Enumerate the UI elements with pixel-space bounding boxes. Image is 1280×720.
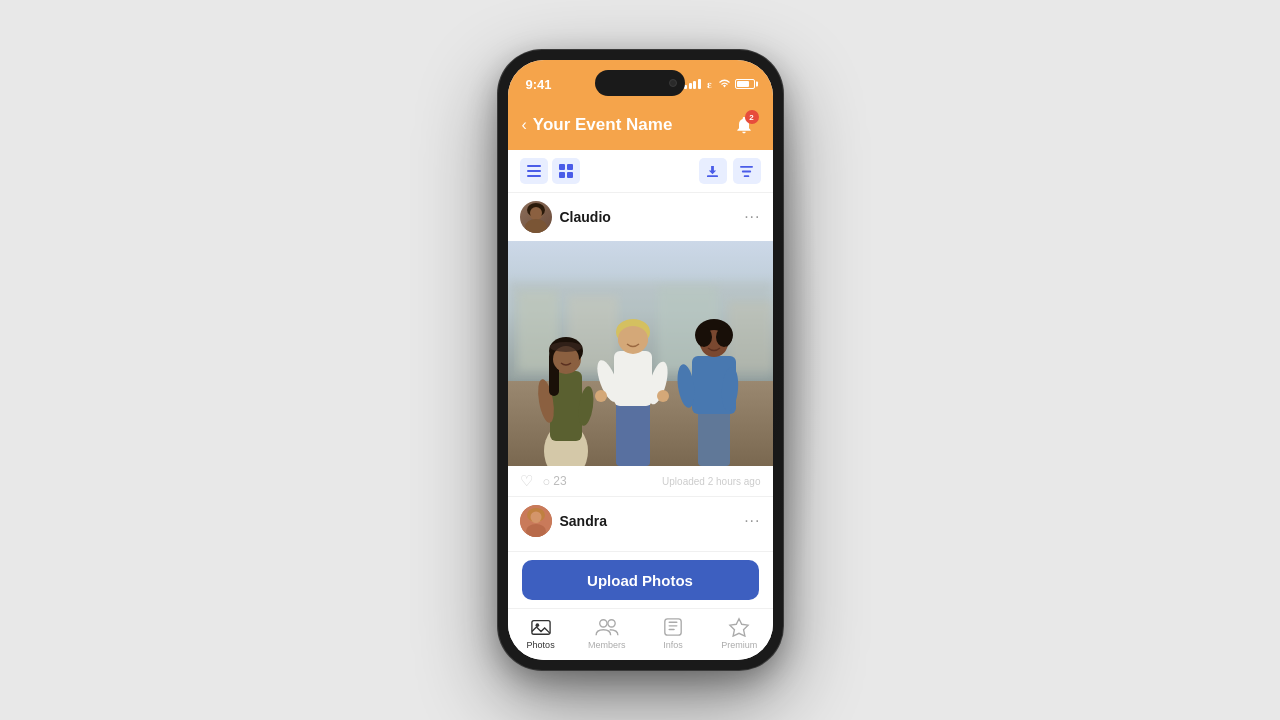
event-title: Your Event Name [533, 115, 673, 135]
svg-rect-3 [559, 164, 565, 170]
notification-badge: 2 [745, 110, 759, 124]
download-button[interactable] [699, 158, 727, 184]
svg-point-14 [530, 207, 542, 219]
svg-rect-31 [616, 399, 650, 466]
app-header: ‹ Your Event Name 2 [508, 104, 773, 150]
nav-members[interactable]: Members [574, 609, 640, 660]
svg-rect-4 [567, 164, 573, 170]
list-icon [527, 164, 541, 178]
post-actions: ♡ ○ 23 [520, 472, 567, 490]
username-claudio: Claudio [560, 209, 611, 225]
svg-rect-40 [698, 406, 730, 466]
svg-rect-32 [614, 351, 652, 406]
post-image-claudio[interactable] [508, 241, 773, 466]
svg-point-56 [600, 620, 607, 627]
nav-members-label: Members [588, 640, 626, 650]
nav-premium[interactable]: Premium [706, 609, 772, 660]
nav-infos-label: Infos [663, 640, 683, 650]
toolbar [508, 150, 773, 193]
toolbar-actions [699, 158, 761, 184]
svg-rect-60 [669, 625, 678, 626]
grid-icon [559, 164, 573, 178]
back-button[interactable]: ‹ [522, 116, 527, 134]
post-footer-claudio: ♡ ○ 23 Uploaded 2 hours ago [508, 466, 773, 496]
phone-screen: 9:41 𝛆 [508, 60, 773, 660]
photos-icon [530, 617, 552, 637]
svg-rect-59 [669, 622, 678, 623]
more-options-sandra[interactable]: ··· [744, 512, 760, 530]
svg-rect-9 [742, 170, 751, 172]
svg-point-36 [657, 390, 669, 402]
svg-rect-1 [527, 170, 541, 172]
upload-photos-label: Upload Photos [587, 572, 693, 589]
status-icons: 𝛆 [684, 78, 755, 91]
nav-photos[interactable]: Photos [508, 609, 574, 660]
svg-point-30 [550, 342, 582, 352]
svg-rect-0 [527, 165, 541, 167]
photo-feed: Claudio ··· [508, 193, 773, 551]
like-action[interactable]: ♡ [520, 472, 533, 490]
app-background: 9:41 𝛆 [0, 0, 1280, 720]
avatar-sandra [520, 505, 552, 537]
avatar-claudio [520, 201, 552, 233]
nav-photos-label: Photos [527, 640, 555, 650]
download-icon [706, 165, 719, 178]
svg-rect-10 [744, 175, 750, 177]
nav-infos[interactable]: Infos [640, 609, 706, 660]
filter-icon [740, 165, 753, 178]
dynamic-island [595, 70, 685, 96]
svg-point-47 [696, 327, 712, 347]
members-icon [595, 617, 619, 637]
post-user-claudio: Claudio [520, 201, 611, 233]
comment-icon: ○ [543, 474, 551, 489]
post-header-sandra: Sandra ··· [508, 497, 773, 545]
post-sandra: Sandra ··· [508, 496, 773, 545]
username-sandra: Sandra [560, 513, 607, 529]
grid-view-button[interactable] [552, 158, 580, 184]
svg-point-39 [618, 326, 648, 352]
svg-rect-6 [567, 172, 573, 178]
list-view-button[interactable] [520, 158, 548, 184]
post-header-claudio: Claudio ··· [508, 193, 773, 241]
filter-button[interactable] [733, 158, 761, 184]
comment-action[interactable]: ○ 23 [543, 474, 567, 489]
svg-rect-5 [559, 172, 565, 178]
upload-photos-button[interactable]: Upload Photos [522, 560, 759, 600]
wifi-symbol [718, 79, 731, 89]
battery-icon [735, 79, 755, 89]
wifi-icon: 𝛆 [707, 78, 712, 91]
heart-icon: ♡ [520, 472, 533, 490]
svg-point-57 [608, 620, 615, 627]
comment-count: 23 [553, 474, 566, 488]
svg-point-48 [716, 327, 732, 347]
notification-button[interactable]: 2 [729, 110, 759, 140]
svg-point-12 [525, 219, 547, 233]
phone-shell: 9:41 𝛆 [498, 50, 783, 670]
front-camera [669, 79, 677, 87]
bottom-nav: Photos Members [508, 608, 773, 660]
status-time: 9:41 [526, 77, 552, 92]
signal-icon [684, 79, 701, 89]
upload-timestamp: Uploaded 2 hours ago [662, 476, 760, 487]
premium-icon [728, 617, 750, 637]
svg-rect-8 [740, 165, 753, 167]
svg-rect-2 [527, 175, 541, 177]
infos-icon [663, 617, 683, 637]
svg-rect-61 [669, 629, 675, 630]
svg-point-35 [595, 390, 607, 402]
svg-point-53 [530, 512, 541, 523]
post-claudio: Claudio ··· [508, 193, 773, 496]
post-user-sandra: Sandra [520, 505, 607, 537]
view-toggles [520, 158, 580, 184]
upload-bar: Upload Photos [508, 551, 773, 608]
svg-rect-58 [665, 619, 681, 635]
svg-rect-7 [707, 175, 718, 177]
more-options-claudio[interactable]: ··· [744, 208, 760, 226]
nav-premium-label: Premium [721, 640, 757, 650]
